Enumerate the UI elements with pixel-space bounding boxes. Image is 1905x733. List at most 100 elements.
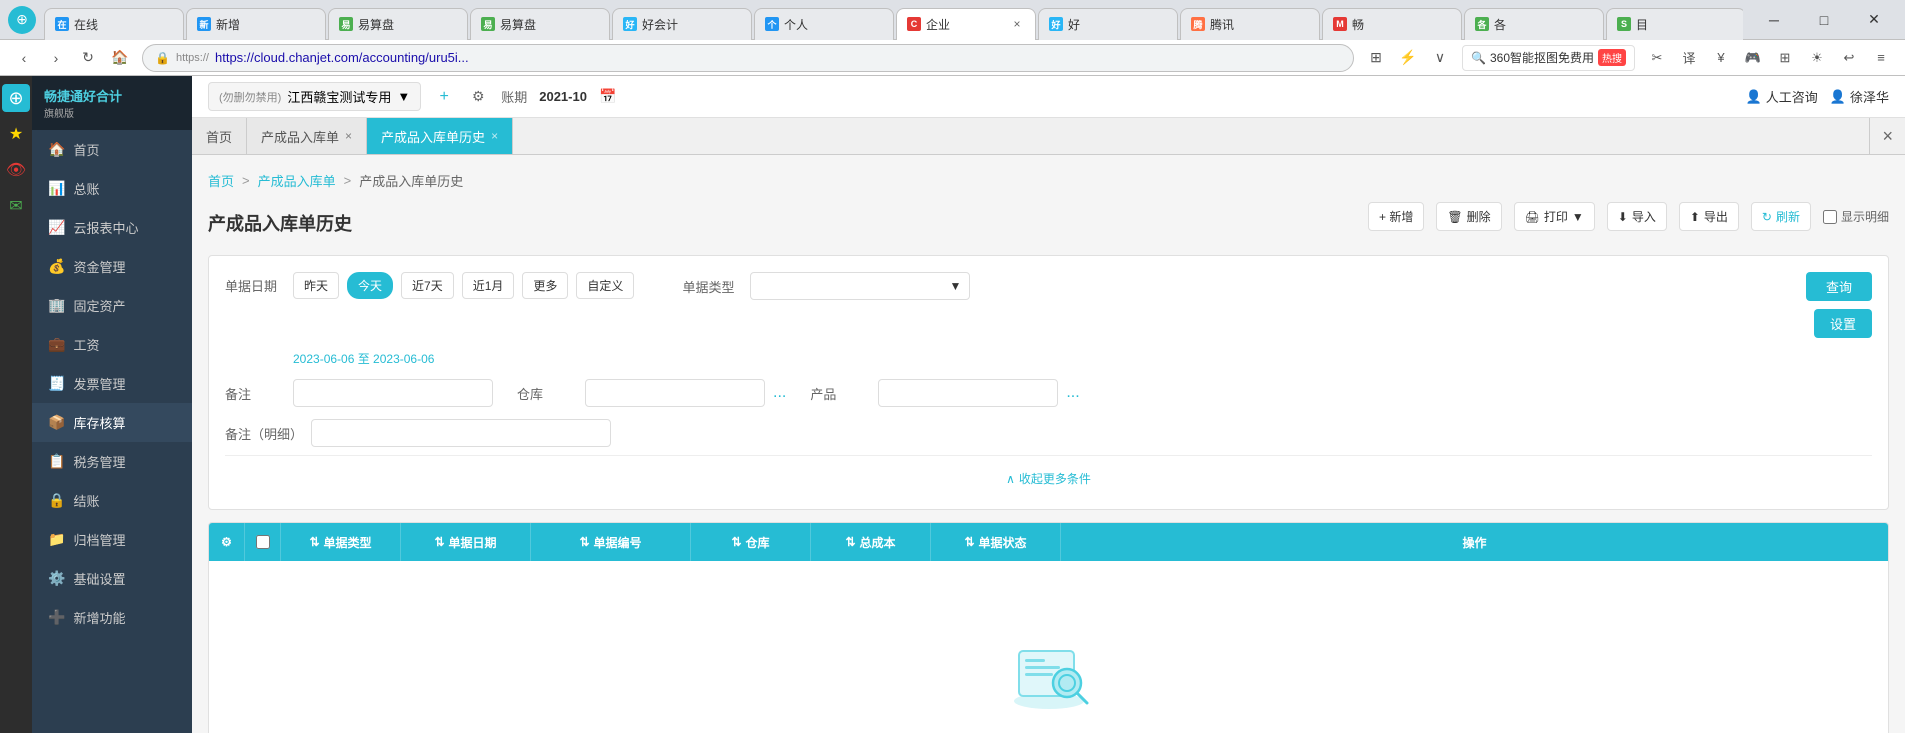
sidebar-app-icon-1[interactable]: ⊕ <box>2 84 30 112</box>
today-btn[interactable]: 今天 <box>347 272 393 299</box>
sidebar-item-more[interactable]: ➕ 新增功能 <box>32 598 192 637</box>
delete-button[interactable]: 🗑 删除 <box>1436 202 1501 231</box>
settings-gear-icon[interactable]: ⚙ <box>467 86 489 108</box>
consult-link[interactable]: 👤 人工咨询 <box>1746 87 1818 106</box>
url-bar[interactable]: 🔒 https:// https://cloud.chanjet.com/acc… <box>142 44 1354 72</box>
browser-tab-t4[interactable]: 易 易算盘 <box>470 8 610 40</box>
th-type[interactable]: ⇅ 单据类型 <box>281 523 401 561</box>
currency-icon[interactable]: ¥ <box>1707 44 1735 72</box>
forward-button[interactable]: › <box>42 44 70 72</box>
show-detail-toggle[interactable]: 显示明细 <box>1823 208 1889 225</box>
sidebar-item-tax[interactable]: 📋 税务管理 <box>32 442 192 481</box>
th-date[interactable]: ⇅ 单据日期 <box>401 523 531 561</box>
browser-tab-t10[interactable]: M 畅 <box>1322 8 1462 40</box>
close-button[interactable]: ✕ <box>1851 6 1897 34</box>
browser-tab-t7[interactable]: C 企业 × <box>896 8 1036 40</box>
scissors-icon[interactable]: ✂ <box>1643 44 1671 72</box>
browser-tab-t1[interactable]: 在 在线 <box>44 8 184 40</box>
consult-icon: 👤 <box>1746 89 1762 105</box>
breadcrumb-home-link[interactable]: 首页 <box>208 171 234 190</box>
detail-note-input[interactable] <box>311 419 611 447</box>
refresh-button[interactable]: ↻ 刷新 <box>1751 202 1811 231</box>
week-btn[interactable]: 近7天 <box>401 272 454 299</box>
product-dots-icon[interactable]: ... <box>1066 384 1079 402</box>
th-warehouse[interactable]: ⇅ 仓库 <box>691 523 811 561</box>
reload-button[interactable]: ↻ <box>74 44 102 72</box>
sidebar-item-reports[interactable]: 📈 云报表中心 <box>32 208 192 247</box>
th-number[interactable]: ⇅ 单据编号 <box>531 523 691 561</box>
dropdown-icon[interactable]: ∨ <box>1426 44 1454 72</box>
home-button[interactable]: 🏠 <box>106 44 134 72</box>
brightness-icon[interactable]: ☀ <box>1803 44 1831 72</box>
more-icon[interactable]: ≡ <box>1867 44 1895 72</box>
calendar-icon[interactable]: 📅 <box>599 88 616 105</box>
browser-tab-t3[interactable]: 易 易算盘 <box>328 8 468 40</box>
sidebar-item-closing[interactable]: 🔒 结账 <box>32 481 192 520</box>
page-tab-history-close-icon[interactable]: × <box>491 129 498 143</box>
export-button[interactable]: ⬆ 导出 <box>1679 202 1739 231</box>
product-input[interactable] <box>878 379 1058 407</box>
warehouse-input[interactable] <box>585 379 765 407</box>
new-button[interactable]: + 新增 <box>1368 202 1424 231</box>
sidebar-item-archive[interactable]: 📁 归档管理 <box>32 520 192 559</box>
page-tab-history[interactable]: 产成品入库单历史 × <box>367 118 513 154</box>
browser-tab-t11[interactable]: 各 各 <box>1464 8 1604 40</box>
close-all-tabs-button[interactable]: × <box>1869 118 1905 154</box>
page-tab-home[interactable]: 首页 <box>192 118 247 154</box>
maximize-button[interactable]: □ <box>1801 6 1847 34</box>
breadcrumb-list-link[interactable]: 产成品入库单 <box>258 171 336 190</box>
grid2-icon[interactable]: ⊞ <box>1771 44 1799 72</box>
select-all-checkbox[interactable] <box>256 535 270 549</box>
setting-button[interactable]: 设置 <box>1814 309 1872 338</box>
flash-icon[interactable]: ⚡ <box>1394 44 1422 72</box>
page-tab-list[interactable]: 产成品入库单 × <box>247 118 367 154</box>
search-bar-360[interactable]: 🔍 360智能抠图免费用 热搜 <box>1462 45 1635 71</box>
undo-icon[interactable]: ↩ <box>1835 44 1863 72</box>
th-cost[interactable]: ⇅ 总成本 <box>811 523 931 561</box>
add-company-button[interactable]: + <box>433 86 455 108</box>
sidebar-item-assets[interactable]: 🏢 固定资产 <box>32 286 192 325</box>
sidebar-item-ledger[interactable]: 📊 总账 <box>32 169 192 208</box>
month-btn[interactable]: 近1月 <box>462 272 515 299</box>
yesterday-btn[interactable]: 昨天 <box>293 272 339 299</box>
page-tab-list-close-icon[interactable]: × <box>345 129 352 143</box>
note-input[interactable] <box>293 379 493 407</box>
sidebar-item-invoice[interactable]: 🧾 发票管理 <box>32 364 192 403</box>
browser-tab-t9[interactable]: 腾 腾讯 <box>1180 8 1320 40</box>
translate-icon[interactable]: 译 <box>1675 44 1703 72</box>
type-select[interactable]: ▼ <box>750 272 970 300</box>
sidebar-item-fund[interactable]: 💰 资金管理 <box>32 247 192 286</box>
browser-tab-t6[interactable]: 个 个人 <box>754 8 894 40</box>
th-status[interactable]: ⇅ 单据状态 <box>931 523 1061 561</box>
show-detail-checkbox[interactable] <box>1823 210 1837 224</box>
collapse-button[interactable]: ∧ 收起更多条件 <box>225 464 1872 493</box>
browser-tab-t5[interactable]: 好 好会计 <box>612 8 752 40</box>
sidebar-item-inventory[interactable]: 📦 库存核算 <box>32 403 192 442</box>
custom-date-btn[interactable]: 自定义 <box>576 272 634 299</box>
sidebar-app-icon-3[interactable]: 👁 <box>2 156 30 184</box>
sidebar-app-icon-2[interactable]: ★ <box>2 120 30 148</box>
user-profile[interactable]: 👤 徐泽华 <box>1830 87 1889 106</box>
browser-tab-t12[interactable]: S 目 <box>1606 8 1743 40</box>
tab-close-icon[interactable]: × <box>1009 16 1025 32</box>
sidebar-item-payroll[interactable]: 💼 工资 <box>32 325 192 364</box>
grid-icon[interactable]: ⊞ <box>1362 44 1390 72</box>
sidebar-item-home[interactable]: 🏠 首页 <box>32 130 192 169</box>
import-button[interactable]: ⬇ 导入 <box>1607 202 1667 231</box>
sidebar-header: 畅捷通好合计 旗舰版 <box>32 76 192 130</box>
company-selector[interactable]: (勿删勿禁用) 江西赣宝测试专用 ▼ <box>208 82 421 111</box>
back-button[interactable]: ‹ <box>10 44 38 72</box>
th-gear[interactable]: ⚙ <box>209 523 245 561</box>
browser-tab-t8[interactable]: 好 好 <box>1038 8 1178 40</box>
assets-icon: 🏢 <box>48 297 65 314</box>
more-date-btn[interactable]: 更多 <box>522 272 568 299</box>
print-button[interactable]: 🖨 打印 ▼ <box>1514 202 1595 231</box>
query-button[interactable]: 查询 <box>1806 272 1872 301</box>
warehouse-dots-icon[interactable]: ... <box>773 384 786 402</box>
sidebar-app-icon-4[interactable]: ✉ <box>2 192 30 220</box>
browser-tab-t2[interactable]: 新 新增 <box>186 8 326 40</box>
th-checkbox[interactable] <box>245 523 281 561</box>
sidebar-item-settings[interactable]: ⚙️ 基础设置 <box>32 559 192 598</box>
minimize-button[interactable]: ─ <box>1751 6 1797 34</box>
game-icon[interactable]: 🎮 <box>1739 44 1767 72</box>
